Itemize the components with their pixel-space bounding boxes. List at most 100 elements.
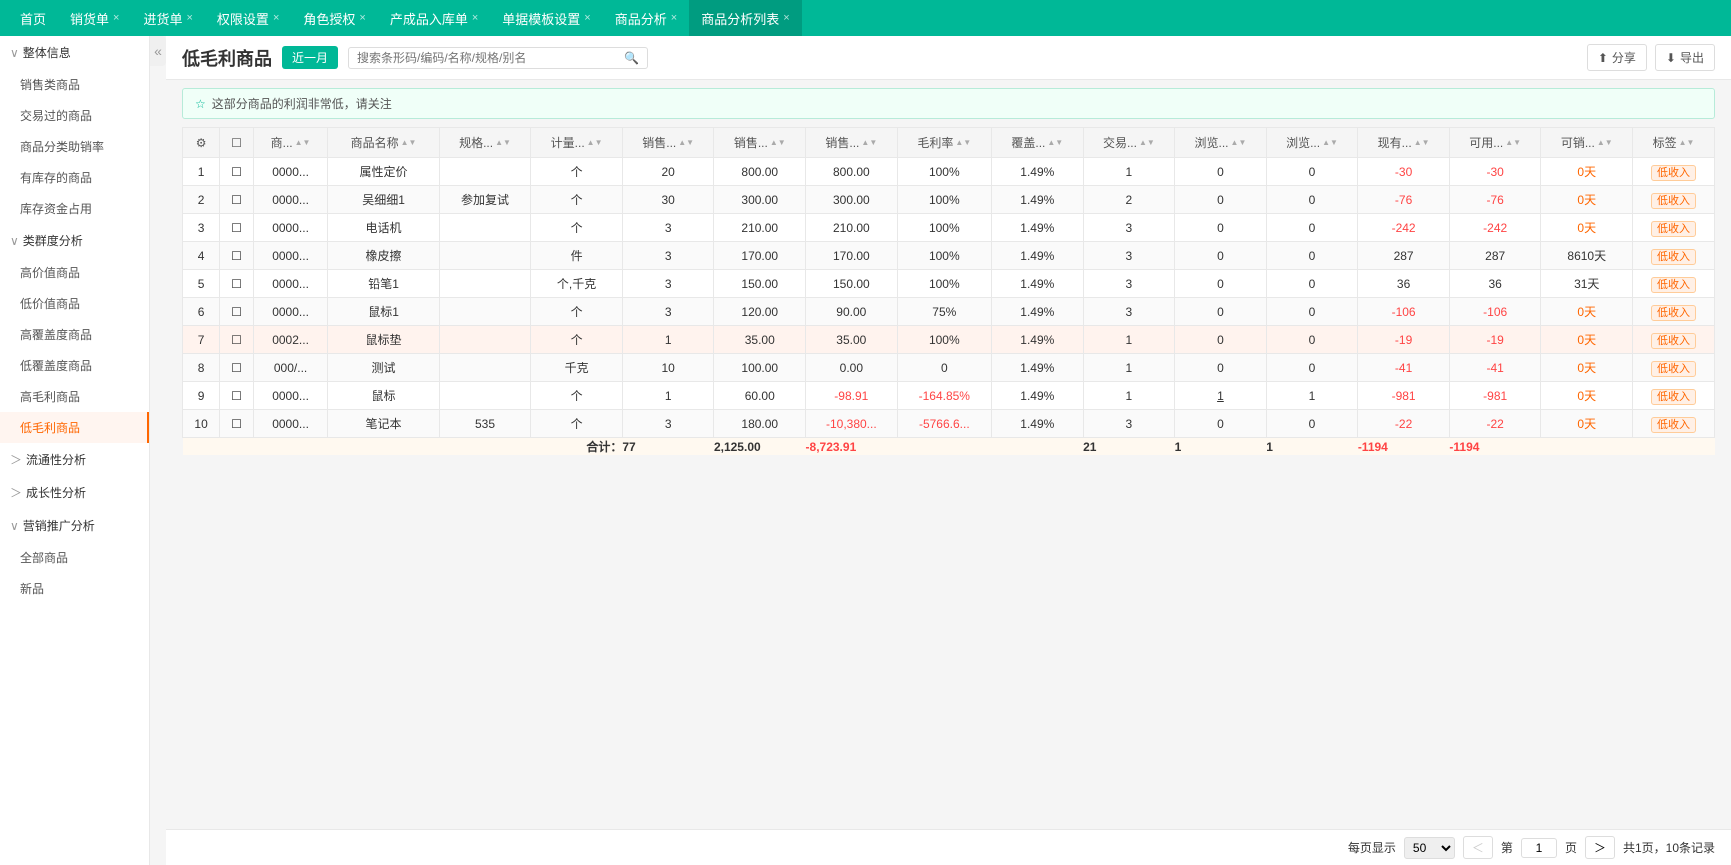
sidebar-item-交易过的商品[interactable]: 交易过的商品 (0, 100, 149, 131)
sort-icon-9[interactable]: ▲▼ (955, 138, 971, 147)
nav-item-角色授权[interactable]: 角色授权× (291, 0, 377, 36)
row-checkbox[interactable]: ☐ (220, 382, 254, 410)
col-header-6[interactable]: 销售...▲▼ (622, 128, 714, 158)
col-header-15[interactable]: 可用...▲▼ (1449, 128, 1541, 158)
nav-item-进货单[interactable]: 进货单× (131, 0, 204, 36)
col-header-3[interactable]: 商品名称▲▼ (328, 128, 439, 158)
nav-close-icon[interactable]: × (584, 12, 590, 24)
col-header-14[interactable]: 现有...▲▼ (1358, 128, 1450, 158)
row-checkbox[interactable]: ☐ (220, 326, 254, 354)
col-header-4[interactable]: 规格...▲▼ (439, 128, 531, 158)
sidebar-group-类群度分析[interactable]: ∨类群度分析 (0, 224, 149, 257)
sidebar-item-销售类商品[interactable]: 销售类商品 (0, 69, 149, 100)
nav-close-icon[interactable]: × (186, 12, 192, 24)
sidebar-item-高价值商品[interactable]: 高价值商品 (0, 257, 149, 288)
sort-icon-12[interactable]: ▲▼ (1231, 138, 1247, 147)
export-button[interactable]: ⬇ 导出 (1655, 44, 1715, 71)
row-checkbox[interactable]: ☐ (220, 242, 254, 270)
sidebar-group-流通性分析[interactable]: ＞流通性分析 (0, 443, 149, 476)
data-table-container[interactable]: ⚙☐商...▲▼商品名称▲▼规格...▲▼计量...▲▼销售...▲▼销售...… (182, 127, 1715, 829)
col-header-16[interactable]: 可销...▲▼ (1541, 128, 1633, 158)
sort-icon-14[interactable]: ▲▼ (1414, 138, 1430, 147)
col-header-13[interactable]: 浏览...▲▼ (1266, 128, 1358, 158)
row-checkbox[interactable]: ☐ (220, 186, 254, 214)
nav-item-单据模板设置[interactable]: 单据模板设置× (490, 0, 602, 36)
col-header-12[interactable]: 浏览...▲▼ (1175, 128, 1267, 158)
sidebar-group-成长性分析[interactable]: ＞成长性分析 (0, 476, 149, 509)
nav-close-icon[interactable]: × (273, 12, 279, 24)
sort-icon-17[interactable]: ▲▼ (1679, 138, 1695, 147)
nav-item-销货单[interactable]: 销货单× (58, 0, 131, 36)
prev-page-button[interactable]: ＜ (1463, 836, 1493, 859)
sort-icon-8[interactable]: ▲▼ (861, 138, 877, 147)
nav-close-icon[interactable]: × (671, 12, 677, 24)
sidebar-item-低价值商品[interactable]: 低价值商品 (0, 288, 149, 319)
sidebar-item-有库存的商品[interactable]: 有库存的商品 (0, 162, 149, 193)
sort-icon-13[interactable]: ▲▼ (1322, 138, 1338, 147)
sort-icon-4[interactable]: ▲▼ (495, 138, 511, 147)
search-icon[interactable]: 🔍 (624, 51, 639, 65)
table-row: 9☐0000...鼠标个160.00-98.91-164.85%1.49%111… (183, 382, 1715, 410)
nav-close-icon[interactable]: × (472, 12, 478, 24)
total-cell-7: 1 (1175, 438, 1267, 456)
sidebar-item-高覆盖度商品[interactable]: 高覆盖度商品 (0, 319, 149, 350)
sidebar-group-整体信息[interactable]: ∨整体信息 (0, 36, 149, 69)
row-checkbox[interactable]: ☐ (220, 354, 254, 382)
sort-icon-6[interactable]: ▲▼ (678, 138, 694, 147)
col-header-9[interactable]: 毛利率▲▼ (897, 128, 991, 158)
row-name: 鼠标1 (328, 298, 439, 326)
share-button[interactable]: ⬆ 分享 (1587, 44, 1647, 71)
sidebar-item-低覆盖度商品[interactable]: 低覆盖度商品 (0, 350, 149, 381)
sort-icon-10[interactable]: ▲▼ (1047, 138, 1063, 147)
col-header-5[interactable]: 计量...▲▼ (531, 128, 623, 158)
col-header-2[interactable]: 商...▲▼ (253, 128, 328, 158)
page-number-input[interactable] (1521, 838, 1557, 858)
row-checkbox[interactable]: ☐ (220, 270, 254, 298)
nav-close-icon[interactable]: × (359, 12, 365, 24)
col-header-10[interactable]: 覆盖...▲▼ (992, 128, 1084, 158)
row-sales2: 150.00 (714, 270, 806, 298)
row-checkbox[interactable]: ☐ (220, 298, 254, 326)
row-browse2: 0 (1266, 214, 1358, 242)
nav-item-产成品入库单[interactable]: 产成品入库单× (378, 0, 490, 36)
sort-icon-5[interactable]: ▲▼ (587, 138, 603, 147)
row-unit: 个 (531, 382, 623, 410)
col-header-17[interactable]: 标签▲▼ (1633, 128, 1715, 158)
browse-link[interactable]: 1 (1217, 389, 1224, 403)
sidebar-item-商品分类助销率[interactable]: 商品分类助销率 (0, 131, 149, 162)
per-page-select[interactable]: 50 100 200 (1404, 837, 1455, 859)
sort-icon-7[interactable]: ▲▼ (770, 138, 786, 147)
col-header-8[interactable]: 销售...▲▼ (806, 128, 898, 158)
sort-icon-3[interactable]: ▲▼ (401, 138, 417, 147)
sort-icon-11[interactable]: ▲▼ (1139, 138, 1155, 147)
sidebar-collapse-button[interactable]: « (150, 36, 166, 66)
row-trade: 3 (1083, 270, 1175, 298)
row-checkbox[interactable]: ☐ (220, 410, 254, 438)
sidebar-item-全部商品[interactable]: 全部商品 (0, 542, 149, 573)
sidebar-item-库存资金占用[interactable]: 库存资金占用 (0, 193, 149, 224)
date-filter-button[interactable]: 近一月 (282, 46, 338, 69)
sort-icon-2[interactable]: ▲▼ (295, 138, 311, 147)
sidebar-item-低毛利商品[interactable]: 低毛利商品 (0, 412, 149, 443)
nav-close-icon[interactable]: × (113, 12, 119, 24)
row-checkbox[interactable]: ☐ (220, 158, 254, 186)
nav-item-商品分析列表[interactable]: 商品分析列表× (689, 0, 801, 36)
row-browse1: 0 (1175, 354, 1267, 382)
sort-icon-15[interactable]: ▲▼ (1505, 138, 1521, 147)
sort-icon-16[interactable]: ▲▼ (1597, 138, 1613, 147)
col-header-11[interactable]: 交易...▲▼ (1083, 128, 1175, 158)
nav-item-首页[interactable]: 首页 (8, 0, 58, 36)
row-tag: 低收入 (1633, 410, 1715, 438)
row-checkbox[interactable]: ☐ (220, 214, 254, 242)
nav-item-权限设置[interactable]: 权限设置× (205, 0, 291, 36)
search-input[interactable] (357, 51, 620, 65)
col-header-7[interactable]: 销售...▲▼ (714, 128, 806, 158)
row-browse2: 0 (1266, 186, 1358, 214)
nav-item-商品分析[interactable]: 商品分析× (603, 0, 689, 36)
row-unit: 个 (531, 158, 623, 186)
sidebar-item-高毛利商品[interactable]: 高毛利商品 (0, 381, 149, 412)
nav-close-icon[interactable]: × (783, 12, 789, 24)
sidebar-item-新品[interactable]: 新品 (0, 573, 149, 604)
sidebar-group-营销推广分析[interactable]: ∨营销推广分析 (0, 509, 149, 542)
next-page-button[interactable]: ＞ (1585, 836, 1615, 859)
